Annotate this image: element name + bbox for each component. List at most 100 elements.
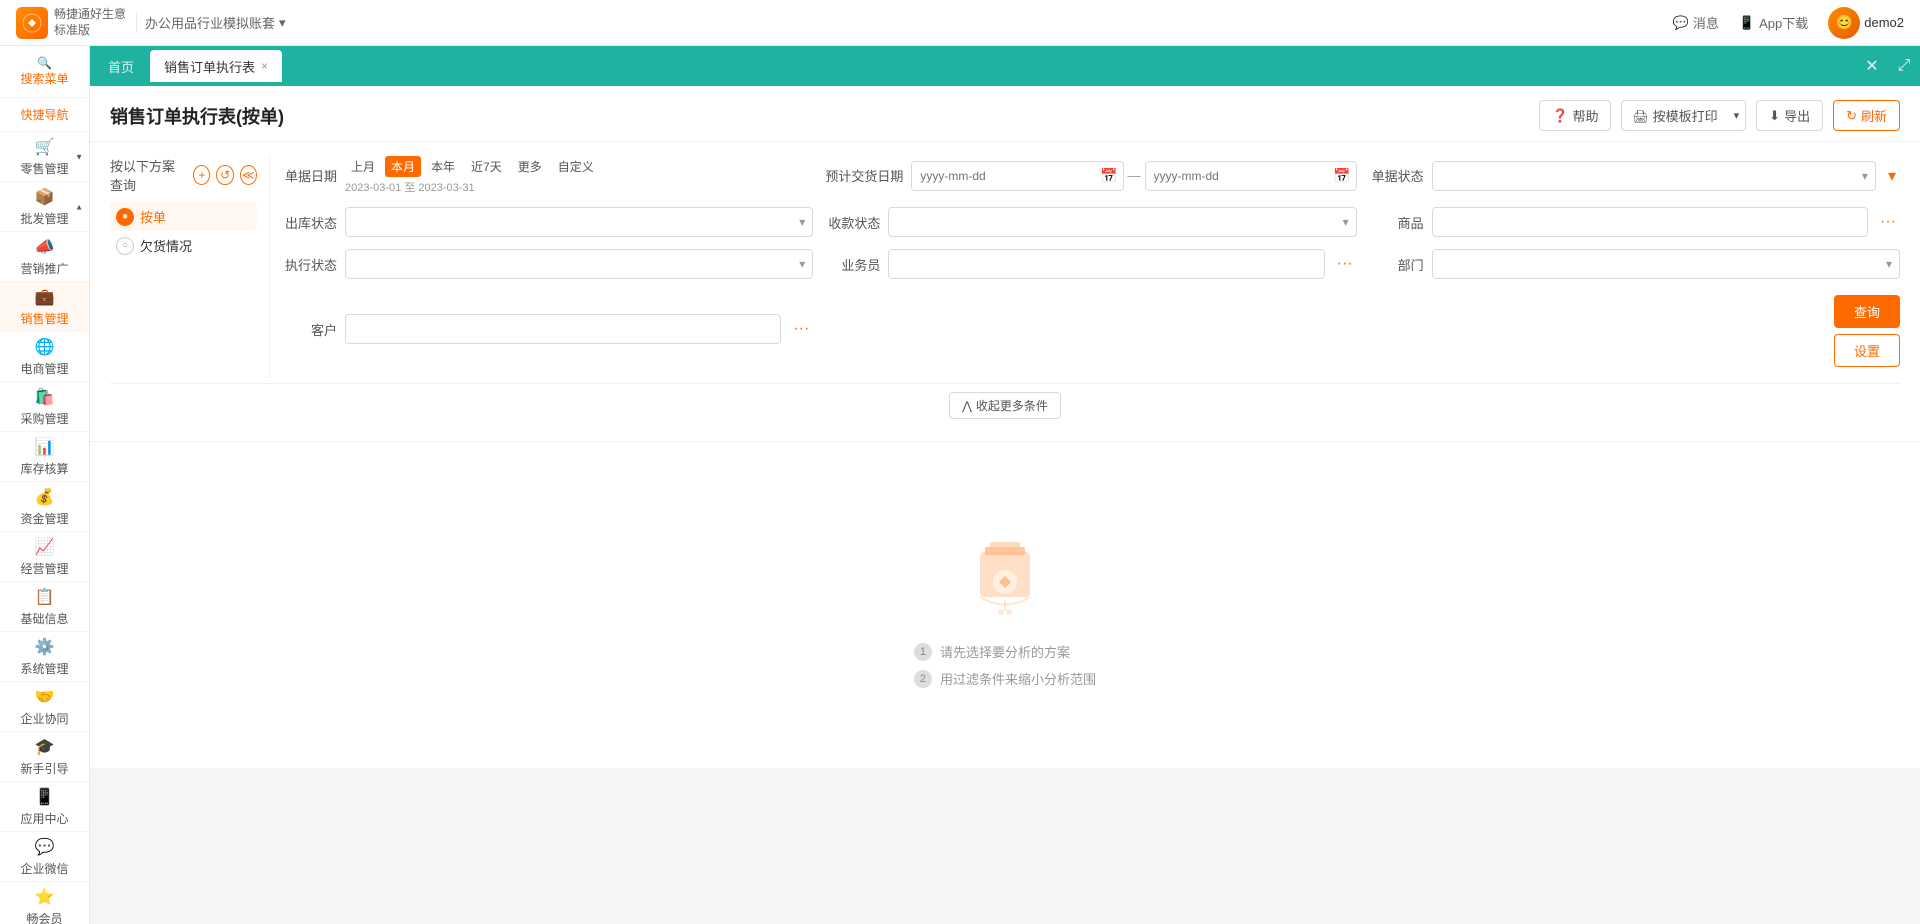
shipment-status-select-wrapper: 全部 未出库 部分出库 全部出库 bbox=[345, 207, 813, 237]
retail-icon: 🛒 bbox=[35, 137, 55, 157]
scheme-by-order[interactable]: ● 按单 bbox=[110, 202, 257, 231]
receipt-status-select[interactable]: 全部 未收款 部分收款 全部收款 bbox=[888, 207, 1356, 237]
sidebar-item-wechat[interactable]: 💬 企业微信 bbox=[0, 832, 89, 882]
sidebar-item-enterprise[interactable]: 🤝 企业协同 bbox=[0, 682, 89, 732]
tab-close-button[interactable]: ✕ bbox=[1860, 54, 1884, 78]
collapse-scheme-button[interactable]: ≪ bbox=[240, 165, 257, 185]
customer-input[interactable] bbox=[345, 314, 781, 344]
query-buttons: 查询 设置 bbox=[1834, 291, 1900, 367]
search-menu[interactable]: 🔍 搜索菜单 bbox=[0, 46, 89, 98]
salesperson-more[interactable]: ··· bbox=[1333, 255, 1357, 273]
search-icon: 🔍 bbox=[37, 56, 52, 70]
bill-status-more[interactable]: ▾ bbox=[1884, 166, 1900, 186]
app-download-button[interactable]: 📱 App下载 bbox=[1739, 13, 1808, 32]
department-field: 部门 全部 bbox=[1369, 249, 1900, 279]
empty-hint-2: 2 用过滤条件来缩小分析范围 bbox=[914, 669, 1096, 688]
sidebar-item-system[interactable]: ⚙️ 系统管理 bbox=[0, 632, 89, 682]
sidebar-item-wholesale[interactable]: 📦 批发管理 bbox=[0, 182, 89, 232]
customer-field: 客户 ··· bbox=[282, 314, 813, 344]
tab-home[interactable]: 首页 bbox=[94, 50, 148, 82]
export-button[interactable]: ⬇ 导出 bbox=[1756, 100, 1823, 131]
settings-button[interactable]: 设置 bbox=[1834, 334, 1900, 367]
sidebar-item-retail[interactable]: 🛒 零售管理 bbox=[0, 132, 89, 182]
sidebar-item-operation[interactable]: 📈 经营管理 bbox=[0, 532, 89, 582]
refresh-button[interactable]: ↻ 刷新 bbox=[1833, 100, 1900, 131]
top-header: 畅捷通好生意 标准版 办公用品行业模拟账套 ▾ 💬 消息 📱 App下载 😊 d… bbox=[0, 0, 1920, 46]
goods-label: 商品 bbox=[1369, 213, 1424, 232]
bill-status-select[interactable]: 全部 草稿 审核中 已审核 作废 bbox=[1432, 161, 1876, 191]
bill-status-select-wrapper: 全部 草稿 审核中 已审核 作废 bbox=[1432, 161, 1876, 191]
print-icon: 🖨 bbox=[1632, 109, 1649, 124]
template-print-dropdown[interactable]: ▾ bbox=[1728, 100, 1747, 131]
basic-icon: 📋 bbox=[35, 587, 55, 607]
logo-icon bbox=[16, 7, 48, 39]
sidebar-item-appstore[interactable]: 📱 应用中心 bbox=[0, 782, 89, 832]
message-button[interactable]: 💬 消息 bbox=[1673, 13, 1719, 32]
sidebar-item-marketing[interactable]: 📣 营销推广 bbox=[0, 232, 89, 282]
exec-status-label: 执行状态 bbox=[282, 255, 337, 274]
quick-more[interactable]: 更多 bbox=[512, 156, 548, 177]
filter-area: 按以下方案查询 + ↺ ≪ ● 按单 ○ 欠货情况 bbox=[90, 142, 1920, 442]
tab-sales-order[interactable]: 销售订单执行表 × bbox=[150, 50, 282, 82]
bill-date-field: 单据日期 上月 本月 本年 近7天 更多 自定义 bbox=[282, 156, 813, 195]
expected-date-start-wrap: 📅 bbox=[911, 161, 1123, 191]
exec-status-field: 执行状态 全部 未执行 部分执行 全部执行 bbox=[282, 249, 813, 279]
refresh-scheme-button[interactable]: ↺ bbox=[216, 165, 233, 185]
inventory-icon: 📊 bbox=[35, 437, 55, 457]
empty-hint-1: 1 请先选择要分析的方案 bbox=[914, 642, 1096, 661]
empty-illustration bbox=[955, 522, 1055, 622]
shipment-status-field: 出库状态 全部 未出库 部分出库 全部出库 bbox=[282, 207, 813, 237]
scheme-circle-icon: ○ bbox=[116, 237, 134, 255]
tab-close-icon[interactable]: × bbox=[261, 60, 268, 72]
date-separator: — bbox=[1128, 168, 1141, 183]
salesperson-label: 业务员 bbox=[825, 255, 880, 274]
export-icon: ⬇ bbox=[1769, 108, 1780, 124]
user-profile[interactable]: 😊 demo2 bbox=[1828, 7, 1904, 39]
sidebar-item-purchase[interactable]: 🛍️ 采购管理 bbox=[0, 382, 89, 432]
shipment-status-select[interactable]: 全部 未出库 部分出库 全部出库 bbox=[345, 207, 813, 237]
goods-input[interactable] bbox=[1432, 207, 1868, 237]
template-print-button[interactable]: 🖨 按模板打印 bbox=[1621, 100, 1727, 131]
sidebar-item-basic[interactable]: 📋 基础信息 bbox=[0, 582, 89, 632]
quick-7-days[interactable]: 近7天 bbox=[465, 156, 508, 177]
customer-more[interactable]: ··· bbox=[789, 320, 813, 338]
expected-date-end[interactable] bbox=[1145, 161, 1357, 191]
message-icon: 💬 bbox=[1673, 15, 1689, 31]
sidebar-item-ecommerce[interactable]: 🌐 电商管理 bbox=[0, 332, 89, 382]
collapse-button[interactable]: ⋀ 收起更多条件 bbox=[949, 392, 1061, 419]
nav-dropdown[interactable]: 办公用品行业模拟账套 ▾ bbox=[136, 13, 294, 32]
quick-last-month[interactable]: 上月 bbox=[345, 156, 381, 177]
help-icon: ❓ bbox=[1552, 108, 1568, 124]
sidebar-item-member[interactable]: ⭐ 畅会员 bbox=[0, 882, 89, 924]
add-scheme-button[interactable]: + bbox=[193, 165, 210, 185]
sidebar-item-inventory[interactable]: 📊 库存核算 bbox=[0, 432, 89, 482]
receipt-status-select-wrapper: 全部 未收款 部分收款 全部收款 bbox=[888, 207, 1356, 237]
content-area: 首页 销售订单执行表 × ✕ ⤢ 销售订单执行表(按单) ❓ bbox=[90, 46, 1920, 924]
quick-this-year[interactable]: 本年 bbox=[425, 156, 461, 177]
expected-date-start[interactable] bbox=[911, 161, 1123, 191]
quick-this-month[interactable]: 本月 bbox=[385, 156, 421, 177]
page-content: 销售订单执行表(按单) ❓ 帮助 🖨 按模板打印 ▾ bbox=[90, 86, 1920, 924]
scheme-dot-icon: ● bbox=[116, 208, 134, 226]
tab-maximize-button[interactable]: ⤢ bbox=[1892, 54, 1916, 78]
member-icon: ⭐ bbox=[35, 887, 55, 907]
sidebar-item-newbie[interactable]: 🎓 新手引导 bbox=[0, 732, 89, 782]
goods-more[interactable]: ··· bbox=[1876, 213, 1900, 231]
department-select[interactable]: 全部 bbox=[1432, 249, 1900, 279]
sidebar: 🔍 搜索菜单 快捷导航 🛒 零售管理 📦 批发管理 📣 营销推广 💼 销售管理 … bbox=[0, 46, 90, 924]
help-button[interactable]: ❓ 帮助 bbox=[1539, 100, 1611, 131]
collapse-more: ⋀ 收起更多条件 bbox=[110, 383, 1900, 427]
collapse-icon: ⋀ bbox=[962, 399, 972, 413]
sidebar-item-sales[interactable]: 💼 销售管理 bbox=[0, 282, 89, 332]
header-left: 畅捷通好生意 标准版 办公用品行业模拟账套 ▾ bbox=[16, 7, 294, 39]
hint-num-1: 1 bbox=[914, 643, 932, 661]
exec-status-select[interactable]: 全部 未执行 部分执行 全部执行 bbox=[345, 249, 813, 279]
bill-date-label: 单据日期 bbox=[282, 166, 337, 185]
quick-nav[interactable]: 快捷导航 bbox=[0, 98, 89, 132]
quick-custom[interactable]: 自定义 bbox=[552, 156, 600, 177]
query-button[interactable]: 查询 bbox=[1834, 295, 1900, 328]
expected-date-end-wrap: 📅 bbox=[1145, 161, 1357, 191]
salesperson-input[interactable] bbox=[888, 249, 1324, 279]
sidebar-item-finance[interactable]: 💰 资金管理 bbox=[0, 482, 89, 532]
scheme-arrears[interactable]: ○ 欠货情况 bbox=[110, 231, 257, 260]
